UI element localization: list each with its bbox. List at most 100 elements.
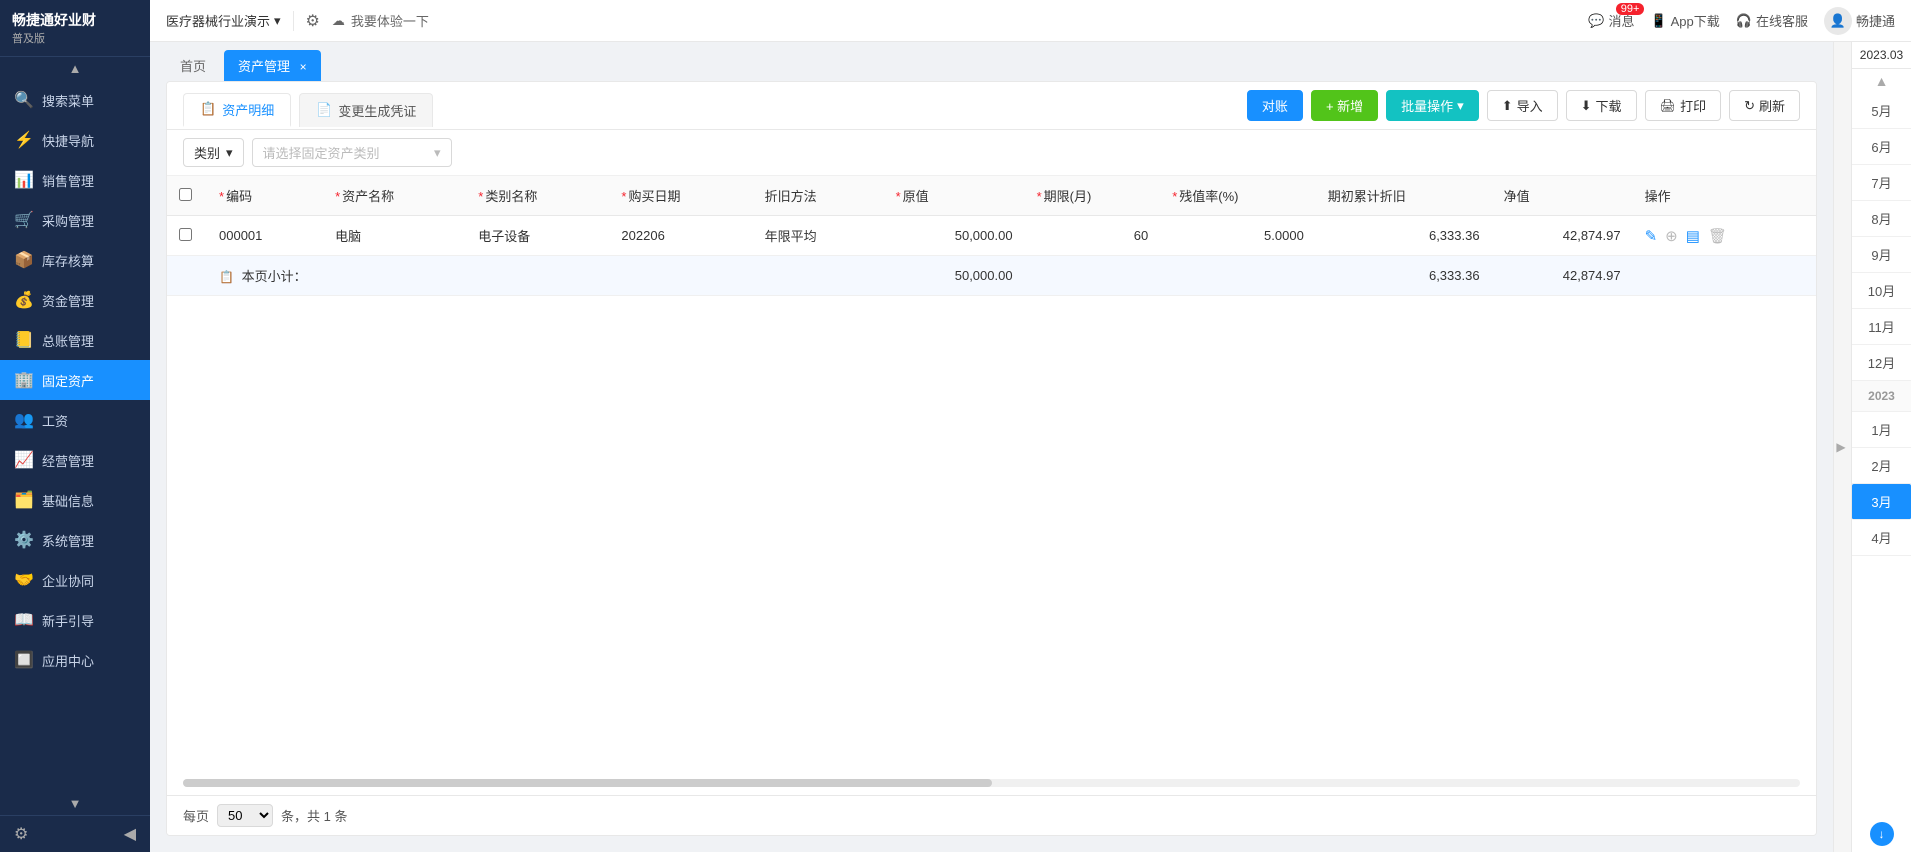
category-value-filter[interactable]: 请选择固定资产类别 ▾ bbox=[252, 138, 452, 167]
sidebar-scroll-up[interactable]: ▲ bbox=[0, 57, 150, 80]
refresh-icon: ↻ bbox=[1744, 98, 1755, 114]
timeline-item[interactable]: 10月 bbox=[1852, 273, 1911, 309]
tab-close-icon[interactable]: × bbox=[300, 60, 307, 74]
th-accumulated-depreciation: 期初累计折旧 bbox=[1316, 176, 1492, 216]
sub-tab-asset-detail[interactable]: 📋 资产明细 bbox=[183, 93, 291, 127]
sidebar-item-sales[interactable]: 📊销售管理 bbox=[0, 160, 150, 200]
sub-tabs: 📋 资产明细 📄 变更生成凭证 bbox=[183, 93, 437, 127]
delete-icon[interactable]: 🗑 bbox=[1708, 227, 1727, 245]
nav-icon-inventory: 📦 bbox=[14, 250, 34, 270]
sidebar-item-search[interactable]: 🔍搜索菜单 bbox=[0, 80, 150, 120]
batch-btn[interactable]: 批量操作 ▾ bbox=[1386, 90, 1479, 121]
detail-icon[interactable]: ▤ bbox=[1686, 227, 1700, 245]
nav-label-system: 系统管理 bbox=[42, 531, 94, 550]
category-dropdown-icon: ▾ bbox=[226, 145, 233, 161]
refresh-btn[interactable]: ↻ 刷新 bbox=[1729, 90, 1800, 121]
timeline-action-btn[interactable]: ↓ bbox=[1870, 822, 1894, 846]
cell-term-months: 60 bbox=[1025, 216, 1161, 256]
sidebar-item-funds[interactable]: 💰资金管理 bbox=[0, 280, 150, 320]
import-btn[interactable]: ⬆ 导入 bbox=[1487, 90, 1558, 121]
timeline-item[interactable]: 9月 bbox=[1852, 237, 1911, 273]
horizontal-scrollbar[interactable] bbox=[183, 779, 1800, 787]
timeline-item[interactable]: 5月 bbox=[1852, 93, 1911, 129]
new-btn[interactable]: + 新增 bbox=[1311, 90, 1378, 121]
sidebar-item-app-center[interactable]: 🔲应用中心 bbox=[0, 640, 150, 680]
timeline-item[interactable]: 2月 bbox=[1852, 448, 1911, 484]
sidebar-item-quick-nav[interactable]: ⚡ 快捷导航 bbox=[0, 120, 150, 160]
category-placeholder: 请选择固定资产类别 bbox=[263, 143, 380, 162]
sidebar-item-enterprise[interactable]: 🤝企业协同 bbox=[0, 560, 150, 600]
page-size-select[interactable]: 50 100 200 bbox=[217, 804, 273, 827]
topbar-right: 💬 消息 99+ 📱 App下载 🎧 在线客服 👤 畅捷通 bbox=[1588, 7, 1895, 35]
select-all-checkbox[interactable] bbox=[179, 188, 192, 201]
timeline-scroll-up[interactable]: ▲ bbox=[1852, 69, 1911, 93]
tab-bar: 首页 资产管理 × bbox=[150, 42, 1833, 81]
copy-icon[interactable]: ⊕ bbox=[1665, 227, 1678, 245]
timeline-item[interactable]: 1月 bbox=[1852, 412, 1911, 448]
sidebar-item-purchase[interactable]: 🛒采购管理 bbox=[0, 200, 150, 240]
inner-page: 📋 资产明细 📄 变更生成凭证 对账 + 新增 批量操作 ▾ bbox=[166, 81, 1817, 836]
messages-btn[interactable]: 💬 消息 99+ bbox=[1588, 11, 1634, 30]
nav-label-guide: 新手引导 bbox=[42, 611, 94, 630]
download-btn[interactable]: ⬇ 下载 bbox=[1566, 90, 1637, 121]
main-area: 医疗器械行业演示 ▾ ⚙ ☁ 我要体验一下 💬 消息 99+ 📱 App下载 🎧… bbox=[150, 0, 1911, 852]
nav-icon-ledger: 📒 bbox=[14, 330, 34, 350]
sidebar-item-operations[interactable]: 📈经营管理 bbox=[0, 440, 150, 480]
tab-asset-management[interactable]: 资产管理 × bbox=[224, 50, 321, 81]
scrollbar-thumb[interactable] bbox=[183, 779, 992, 787]
sidebar-item-ledger[interactable]: 📒总账管理 bbox=[0, 320, 150, 360]
nav-label-fixed-assets: 固定资产 bbox=[42, 371, 94, 390]
timeline-item[interactable]: 12月 bbox=[1852, 345, 1911, 381]
th-name: *资产名称 bbox=[323, 176, 466, 216]
timeline-item-current[interactable]: 3月 bbox=[1852, 484, 1911, 520]
timeline-item[interactable]: 6月 bbox=[1852, 129, 1911, 165]
sidebar-item-guide[interactable]: 📖新手引导 bbox=[0, 600, 150, 640]
timeline-collapse-btn[interactable]: ▶ bbox=[1833, 42, 1851, 852]
sidebar-item-fixed-assets[interactable]: 🏢固定资产 bbox=[0, 360, 150, 400]
per-page-label: 每页 bbox=[183, 806, 209, 825]
online-service-label: 在线客服 bbox=[1756, 11, 1808, 30]
timeline-item[interactable]: 7月 bbox=[1852, 165, 1911, 201]
sub-tab-change-voucher[interactable]: 📄 变更生成凭证 bbox=[299, 93, 433, 127]
total-label: 条，共 1 条 bbox=[281, 806, 347, 825]
nav-icon-quick-nav: ⚡ bbox=[14, 130, 34, 150]
sidebar-item-system[interactable]: ⚙️系统管理 bbox=[0, 520, 150, 560]
cell-net-value: 42,874.97 bbox=[1492, 216, 1633, 256]
sidebar-item-inventory[interactable]: 📦库存核算 bbox=[0, 240, 150, 280]
online-service-btn[interactable]: 🎧 在线客服 bbox=[1736, 11, 1808, 30]
user-area[interactable]: 👤 畅捷通 bbox=[1824, 7, 1895, 35]
cell-checkbox[interactable] bbox=[167, 216, 207, 256]
timeline-item[interactable]: 11月 bbox=[1852, 309, 1911, 345]
timeline-item[interactable]: 4月 bbox=[1852, 520, 1911, 556]
cell-original-value: 50,000.00 bbox=[884, 216, 1025, 256]
page-content: 首页 资产管理 × 📋 资产明细 📄 bbox=[150, 42, 1833, 852]
experience-btn[interactable]: ☁ 我要体验一下 bbox=[332, 11, 429, 30]
filter-row: 类别 ▾ 请选择固定资产类别 ▾ bbox=[167, 130, 1816, 176]
collapse-icon[interactable]: ◀ bbox=[124, 824, 136, 844]
sidebar-item-payroll[interactable]: 👥工资 bbox=[0, 400, 150, 440]
subtotal-icon: 📋 bbox=[219, 270, 234, 284]
row-checkbox[interactable] bbox=[179, 228, 192, 241]
nav-label-quick-nav: 快捷导航 bbox=[42, 131, 94, 150]
th-checkbox bbox=[167, 176, 207, 216]
category-filter[interactable]: 类别 ▾ bbox=[183, 138, 244, 167]
app-download-btn[interactable]: 📱 App下载 bbox=[1650, 11, 1719, 30]
company-name: 医疗器械行业演示 bbox=[166, 11, 270, 30]
print-btn[interactable]: 🖨 打印 bbox=[1645, 90, 1722, 121]
settings-icon[interactable]: ⚙ bbox=[14, 824, 28, 844]
download-label: 下载 bbox=[1596, 96, 1622, 115]
table-container: *编码 *资产名称 *类别名称 *购买日期 折旧方法 *原值 *期限(月) *残… bbox=[167, 176, 1816, 771]
reconcile-btn[interactable]: 对账 bbox=[1247, 90, 1303, 121]
tab-home[interactable]: 首页 bbox=[166, 50, 220, 81]
sidebar-scroll-down[interactable]: ▼ bbox=[0, 792, 150, 815]
edit-icon[interactable]: ✎ bbox=[1645, 227, 1658, 245]
cell-residual-rate: 5.0000 bbox=[1160, 216, 1316, 256]
refresh-label: 刷新 bbox=[1759, 96, 1785, 115]
timeline-item[interactable]: 8月 bbox=[1852, 201, 1911, 237]
sidebar-item-base-info[interactable]: 🗂️基础信息 bbox=[0, 480, 150, 520]
gear-icon[interactable]: ⚙ bbox=[306, 11, 320, 31]
nav-label-search: 搜索菜单 bbox=[42, 91, 94, 110]
th-term-months: *期限(月) bbox=[1025, 176, 1161, 216]
company-selector[interactable]: 医疗器械行业演示 ▾ bbox=[166, 11, 281, 30]
subtotal-term bbox=[1025, 256, 1161, 296]
